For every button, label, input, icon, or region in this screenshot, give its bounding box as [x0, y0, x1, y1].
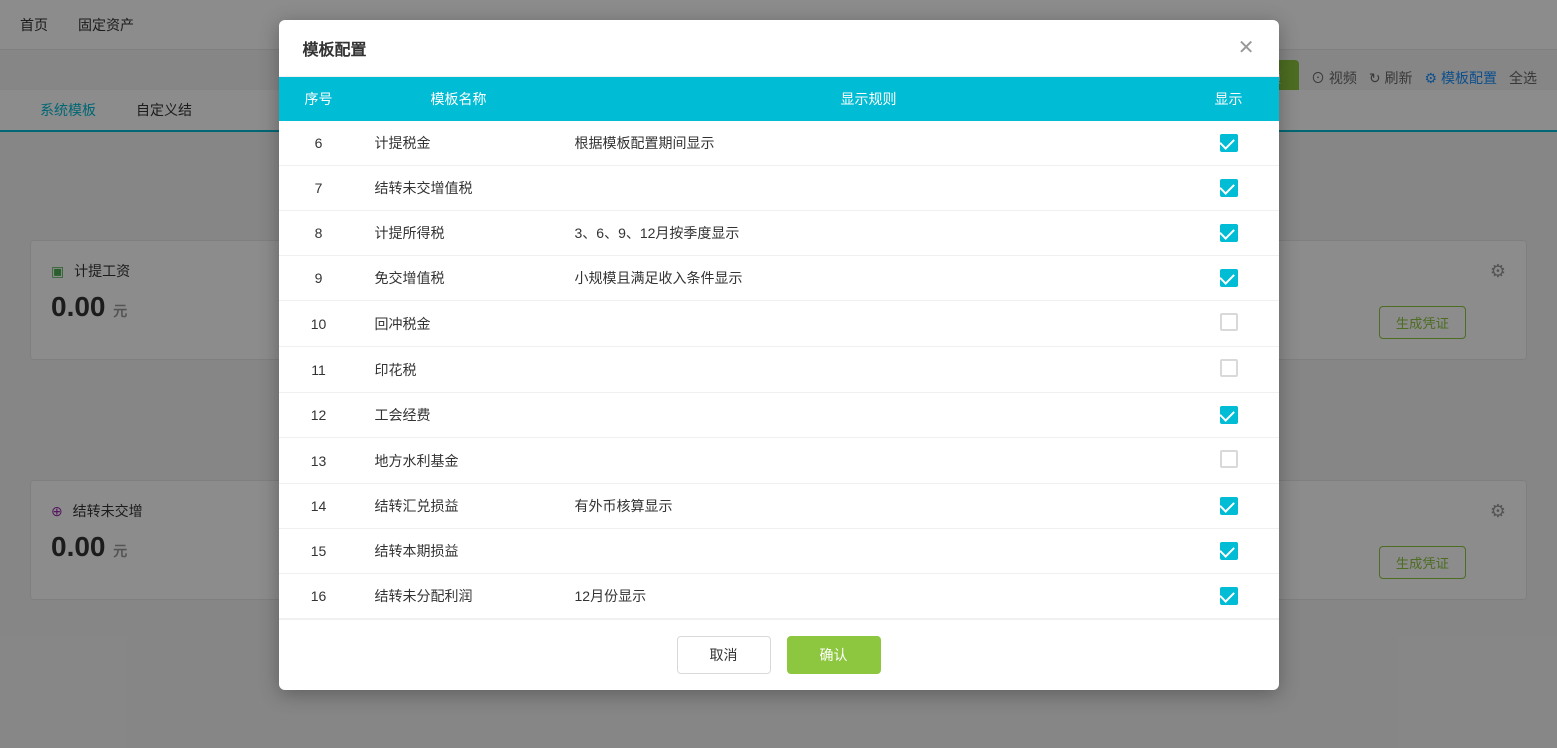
cell-no: 12	[279, 393, 359, 438]
modal-footer: 取消 确认	[279, 619, 1279, 690]
checkbox-8[interactable]	[1220, 224, 1238, 242]
cell-rule: 小规模且满足收入条件显示	[559, 256, 1179, 301]
cell-name: 计提税金	[359, 121, 559, 166]
cell-rule	[559, 393, 1179, 438]
cell-name: 地方水利基金	[359, 438, 559, 484]
cell-name: 结转未分配利润	[359, 574, 559, 619]
cell-no: 6	[279, 121, 359, 166]
table-row: 13地方水利基金	[279, 438, 1279, 484]
cell-rule: 有外币核算显示	[559, 484, 1179, 529]
checkbox-15[interactable]	[1220, 542, 1238, 560]
checkbox-16[interactable]	[1220, 587, 1238, 605]
cell-no: 7	[279, 166, 359, 211]
table-row: 6计提税金根据模板配置期间显示	[279, 121, 1279, 166]
cell-no: 10	[279, 301, 359, 347]
cell-rule	[559, 438, 1179, 484]
modal-header: 模板配置 ✕	[279, 20, 1279, 77]
cell-name: 免交增值税	[359, 256, 559, 301]
checkbox-6[interactable]	[1220, 134, 1238, 152]
cell-no: 16	[279, 574, 359, 619]
col-header-no: 序号	[279, 77, 359, 121]
col-header-rule: 显示规则	[559, 77, 1179, 121]
cell-display[interactable]	[1179, 529, 1279, 574]
cell-name: 工会经费	[359, 393, 559, 438]
cell-rule: 根据模板配置期间显示	[559, 121, 1179, 166]
table-header-row: 序号 模板名称 显示规则 显示	[279, 77, 1279, 121]
col-header-display: 显示	[1179, 77, 1279, 121]
cell-no: 8	[279, 211, 359, 256]
checkbox-12[interactable]	[1220, 406, 1238, 424]
cell-display[interactable]	[1179, 211, 1279, 256]
cancel-button[interactable]: 取消	[677, 636, 771, 674]
confirm-button[interactable]: 确认	[787, 636, 881, 674]
checkbox-13[interactable]	[1220, 450, 1238, 468]
cell-rule	[559, 529, 1179, 574]
table-row: 14结转汇兑损益有外币核算显示	[279, 484, 1279, 529]
checkbox-7[interactable]	[1220, 179, 1238, 197]
table-row: 12工会经费	[279, 393, 1279, 438]
modal-template-config: 模板配置 ✕ 序号 模板名称 显示规则 显示 6计提税金根据模板配置期间显示7结…	[279, 20, 1279, 690]
checkbox-11[interactable]	[1220, 359, 1238, 377]
checkbox-9[interactable]	[1220, 269, 1238, 287]
cell-display[interactable]	[1179, 121, 1279, 166]
table-row: 7结转未交增值税	[279, 166, 1279, 211]
cell-display[interactable]	[1179, 438, 1279, 484]
cell-name: 印花税	[359, 347, 559, 393]
cell-name: 结转本期损益	[359, 529, 559, 574]
cell-rule	[559, 166, 1179, 211]
cell-no: 15	[279, 529, 359, 574]
table-row: 8计提所得税3、6、9、12月按季度显示	[279, 211, 1279, 256]
cell-display[interactable]	[1179, 301, 1279, 347]
cell-name: 结转汇兑损益	[359, 484, 559, 529]
checkbox-14[interactable]	[1220, 497, 1238, 515]
cell-no: 9	[279, 256, 359, 301]
modal-overlay: 模板配置 ✕ 序号 模板名称 显示规则 显示 6计提税金根据模板配置期间显示7结…	[0, 0, 1557, 748]
cell-display[interactable]	[1179, 347, 1279, 393]
cell-rule	[559, 347, 1179, 393]
checkbox-10[interactable]	[1220, 313, 1238, 331]
cell-rule	[559, 301, 1179, 347]
table-row: 9免交增值税小规模且满足收入条件显示	[279, 256, 1279, 301]
cell-name: 计提所得税	[359, 211, 559, 256]
cell-no: 13	[279, 438, 359, 484]
table-row: 10回冲税金	[279, 301, 1279, 347]
modal-close-button[interactable]: ✕	[1238, 38, 1255, 58]
cell-name: 结转未交增值税	[359, 166, 559, 211]
cell-no: 14	[279, 484, 359, 529]
modal-title: 模板配置	[303, 36, 367, 60]
cell-display[interactable]	[1179, 484, 1279, 529]
cell-display[interactable]	[1179, 256, 1279, 301]
cell-display[interactable]	[1179, 574, 1279, 619]
table-row: 15结转本期损益	[279, 529, 1279, 574]
col-header-name: 模板名称	[359, 77, 559, 121]
table-row: 16结转未分配利润12月份显示	[279, 574, 1279, 619]
cell-rule: 12月份显示	[559, 574, 1179, 619]
modal-table-container: 序号 模板名称 显示规则 显示 6计提税金根据模板配置期间显示7结转未交增值税8…	[279, 77, 1279, 619]
cell-display[interactable]	[1179, 393, 1279, 438]
cell-rule: 3、6、9、12月按季度显示	[559, 211, 1179, 256]
cell-no: 11	[279, 347, 359, 393]
config-table: 序号 模板名称 显示规则 显示 6计提税金根据模板配置期间显示7结转未交增值税8…	[279, 77, 1279, 619]
table-row: 11印花税	[279, 347, 1279, 393]
cell-display[interactable]	[1179, 166, 1279, 211]
cell-name: 回冲税金	[359, 301, 559, 347]
